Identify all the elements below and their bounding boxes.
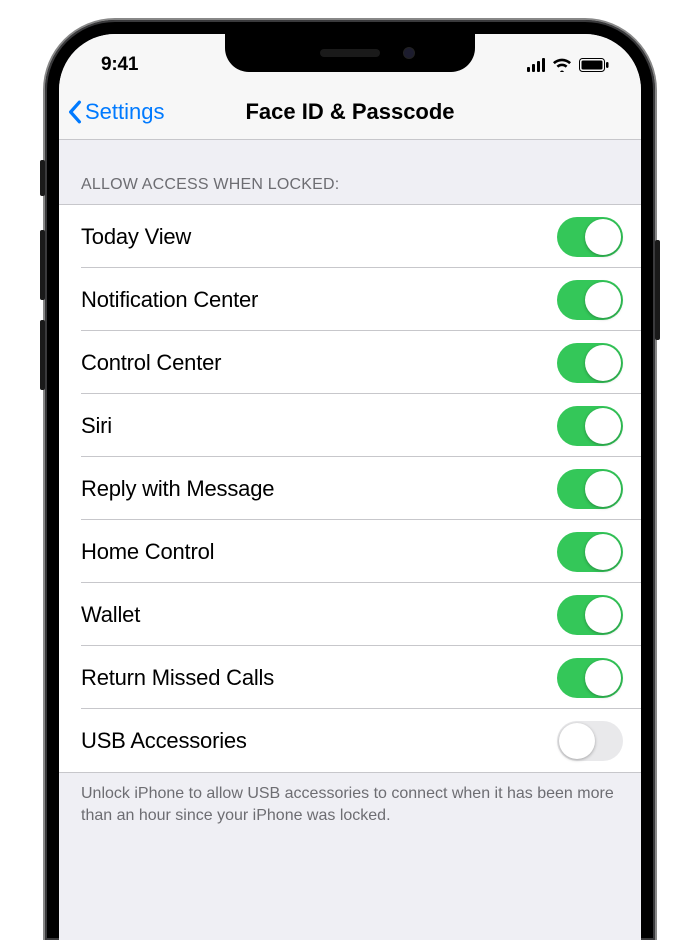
battery-icon bbox=[579, 58, 609, 72]
speaker bbox=[320, 49, 380, 57]
section-header: ALLOW ACCESS WHEN LOCKED: bbox=[59, 140, 641, 204]
row-label: Home Control bbox=[81, 539, 214, 565]
mute-switch bbox=[40, 160, 45, 196]
row-label: Notification Center bbox=[81, 287, 258, 313]
row-label: USB Accessories bbox=[81, 728, 247, 754]
page-title: Face ID & Passcode bbox=[245, 99, 454, 125]
toggle-wallet[interactable] bbox=[557, 595, 623, 635]
toggle-today-view[interactable] bbox=[557, 217, 623, 257]
volume-up-button bbox=[40, 230, 45, 300]
toggle-home-control[interactable] bbox=[557, 532, 623, 572]
volume-down-button bbox=[40, 320, 45, 390]
front-camera bbox=[403, 47, 415, 59]
row-label: Siri bbox=[81, 413, 112, 439]
list-row: Reply with Message bbox=[59, 457, 641, 520]
back-button[interactable]: Settings bbox=[67, 99, 165, 125]
nav-bar: Settings Face ID & Passcode bbox=[59, 84, 641, 140]
toggle-return-missed-calls[interactable] bbox=[557, 658, 623, 698]
list-row: Notification Center bbox=[59, 268, 641, 331]
notch bbox=[225, 34, 475, 72]
toggle-notification-center[interactable] bbox=[557, 280, 623, 320]
row-label: Today View bbox=[81, 224, 191, 250]
toggle-siri[interactable] bbox=[557, 406, 623, 446]
row-label: Wallet bbox=[81, 602, 140, 628]
screen: 9:41 Settings bbox=[59, 34, 641, 940]
chevron-left-icon bbox=[67, 100, 83, 124]
list-row: Home Control bbox=[59, 520, 641, 583]
cellular-icon bbox=[527, 58, 546, 72]
toggle-usb-accessories[interactable] bbox=[557, 721, 623, 761]
back-label: Settings bbox=[85, 99, 165, 125]
side-button bbox=[655, 240, 660, 340]
list-row: Control Center bbox=[59, 331, 641, 394]
row-label: Reply with Message bbox=[81, 476, 274, 502]
phone-frame: 9:41 Settings bbox=[45, 20, 655, 940]
wifi-icon bbox=[552, 58, 572, 72]
status-time: 9:41 bbox=[87, 54, 138, 76]
row-label: Return Missed Calls bbox=[81, 665, 274, 691]
list-row: Return Missed Calls bbox=[59, 646, 641, 709]
footer-text: Unlock iPhone to allow USB accessories t… bbox=[59, 773, 641, 846]
toggle-reply-with-message[interactable] bbox=[557, 469, 623, 509]
list-row: Today View bbox=[59, 205, 641, 268]
list-row: Wallet bbox=[59, 583, 641, 646]
settings-list: Today View Notification Center Control Cen… bbox=[59, 204, 641, 773]
list-row: USB Accessories bbox=[59, 709, 641, 772]
list-row: Siri bbox=[59, 394, 641, 457]
row-label: Control Center bbox=[81, 350, 221, 376]
toggle-control-center[interactable] bbox=[557, 343, 623, 383]
status-right bbox=[527, 58, 614, 72]
